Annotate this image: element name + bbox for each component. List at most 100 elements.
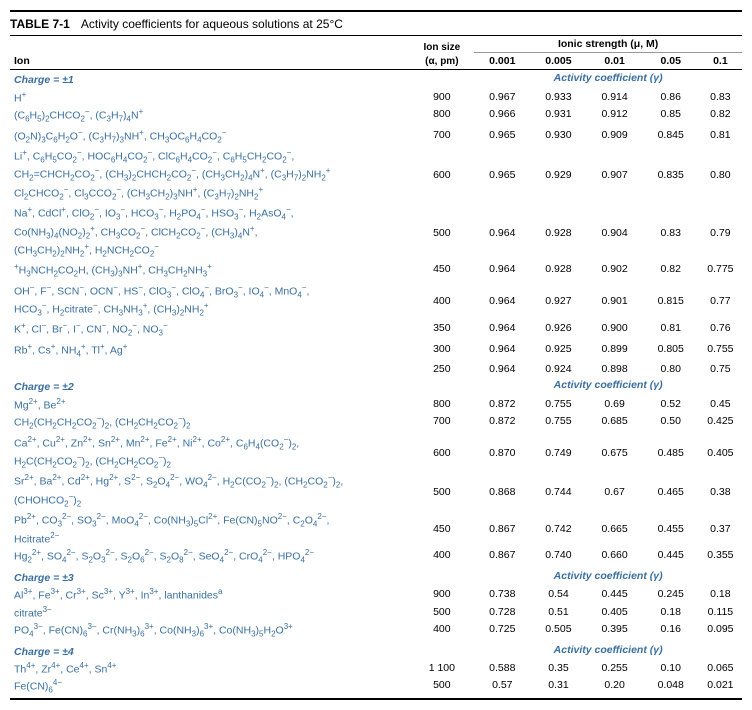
table-row: citrate3− 500 0.728 0.51 0.405 0.18 0.11… xyxy=(10,604,742,622)
table-title-block: TABLE 7-1 Activity coefficients for aque… xyxy=(10,10,742,31)
val-1: 0.872 xyxy=(474,413,530,433)
val-header-0005: 0.005 xyxy=(530,53,586,70)
val-2: 0.749 xyxy=(530,434,586,473)
table-row: Sr2+, Ba2+, Cd2+, Hg2+, S2−, S2O42−, WO4… xyxy=(10,472,742,511)
table-row: Ca2+, Cu2+, Zn2+, Sn2+, Mn2+, Fe2+, Ni2+… xyxy=(10,434,742,473)
ion-name: OH−, F−, SCN−, OCN−, HS−, ClO3−, ClO4−, … xyxy=(10,282,409,321)
val-4: 0.18 xyxy=(643,604,699,622)
val-header-0001: 0.001 xyxy=(474,53,530,70)
ion-size: 400 xyxy=(409,621,474,641)
table-subtitle: Activity coefficients for aqueous soluti… xyxy=(81,17,343,31)
charge-pm4-row: Charge = ±4 Activity coefficient (γ) xyxy=(10,642,742,660)
val-1: 0.867 xyxy=(474,547,530,567)
ion-name: K+, Cl−, Br−, I−, CN−, NO2−, NO3− xyxy=(10,320,409,340)
val-1: 0.964 xyxy=(474,282,530,321)
val-3: 0.20 xyxy=(587,677,643,698)
val-4: 0.16 xyxy=(643,621,699,641)
ion-name: Rb+, Cs+, NH4+, Tl+, Ag+ xyxy=(10,341,409,361)
ion-size: 500 xyxy=(409,677,474,698)
charge-pm2-label: Charge = ±2 xyxy=(10,377,474,395)
val-4: 0.82 xyxy=(643,261,699,281)
val-1: 0.967 xyxy=(474,89,530,107)
table-row: (C6H5)2CHCO2−, (C3H7)4N+ 800 0.966 0.931… xyxy=(10,106,742,126)
val-4: 0.485 xyxy=(643,434,699,473)
val-3: 0.900 xyxy=(587,320,643,340)
val-5: 0.79 xyxy=(699,204,742,261)
val-1: 0.966 xyxy=(474,106,530,126)
ion-name: (C6H5)2CHCO2−, (C3H7)4N+ xyxy=(10,106,409,126)
activity-coeff-label-3: Activity coefficient (γ) xyxy=(474,568,742,586)
val-2: 0.931 xyxy=(530,106,586,126)
val-1: 0.964 xyxy=(474,320,530,340)
val-5: 0.38 xyxy=(699,472,742,511)
val-3: 0.899 xyxy=(587,341,643,361)
val-2: 0.927 xyxy=(530,282,586,321)
val-3: 0.665 xyxy=(587,511,643,547)
ion-size: 900 xyxy=(409,89,474,107)
ion-size: 500 xyxy=(409,204,474,261)
val-1: 0.965 xyxy=(474,147,530,204)
val-5: 0.45 xyxy=(699,396,742,414)
ion-size: 250 xyxy=(409,361,474,377)
activity-coeff-label-4: Activity coefficient (γ) xyxy=(474,642,742,660)
val-3: 0.902 xyxy=(587,261,643,281)
ion-name: Ca2+, Cu2+, Zn2+, Sn2+, Mn2+, Fe2+, Ni2+… xyxy=(10,434,409,473)
val-2: 0.740 xyxy=(530,547,586,567)
table-row: Hg22+, SO42−, S2O32−, S2O62−, S2O82−, Se… xyxy=(10,547,742,567)
val-2: 0.742 xyxy=(530,511,586,547)
val-3: 0.901 xyxy=(587,282,643,321)
val-1: 0.964 xyxy=(474,261,530,281)
ion-name: (O2N)3C6H2O−, (C3H7)3NH+, CH3OC6H4CO2− xyxy=(10,127,409,147)
table-row: Al3+, Fe3+, Cr3+, Sc3+, Y3+, In3+, lanth… xyxy=(10,586,742,604)
val-2: 0.755 xyxy=(530,396,586,414)
main-table: Ion Ion size(α, pm) Ionic strength (μ, M… xyxy=(10,35,742,700)
ion-name: Li+, C6H5CO2−, HOC6H4CO2−, ClC6H4CO2−, C… xyxy=(10,147,409,204)
activity-coeff-label-2: Activity coefficient (γ) xyxy=(474,377,742,395)
val-5: 0.405 xyxy=(699,434,742,473)
val-2: 0.54 xyxy=(530,586,586,604)
val-2: 0.926 xyxy=(530,320,586,340)
charge-pm4-label: Charge = ±4 xyxy=(10,642,474,660)
val-header-01: 0.1 xyxy=(699,53,742,70)
ionic-strength-header: Ionic strength (μ, M) xyxy=(474,36,742,53)
table-row: Mg2+, Be2+ 800 0.872 0.755 0.69 0.52 0.4… xyxy=(10,396,742,414)
ion-header: Ion xyxy=(10,36,409,70)
val-header-005: 0.05 xyxy=(643,53,699,70)
val-4: 0.81 xyxy=(643,320,699,340)
val-5: 0.76 xyxy=(699,320,742,340)
table-row: Rb+, Cs+, NH4+, Tl+, Ag+ 300 0.964 0.925… xyxy=(10,341,742,361)
ion-size: 350 xyxy=(409,320,474,340)
ion-size: 400 xyxy=(409,282,474,321)
val-4: 0.245 xyxy=(643,586,699,604)
val-1: 0.728 xyxy=(474,604,530,622)
val-5: 0.115 xyxy=(699,604,742,622)
val-2: 0.51 xyxy=(530,604,586,622)
ion-name: Fe(CN)64− xyxy=(10,677,409,698)
table-row: OH−, F−, SCN−, OCN−, HS−, ClO3−, ClO4−, … xyxy=(10,282,742,321)
table-row: (O2N)3C6H2O−, (C3H7)3NH+, CH3OC6H4CO2− 7… xyxy=(10,127,742,147)
val-4: 0.455 xyxy=(643,511,699,547)
ion-size: 450 xyxy=(409,261,474,281)
ion-size: 700 xyxy=(409,413,474,433)
val-5: 0.75 xyxy=(699,361,742,377)
ion-name: Na+, CdCl+, ClO2−, IO3−, HCO3−, H2PO4−, … xyxy=(10,204,409,261)
ion-name: CH2(CH2CH2CO2−)2, (CH2CH2CO2−)2 xyxy=(10,413,409,433)
val-3: 0.909 xyxy=(587,127,643,147)
val-5: 0.80 xyxy=(699,147,742,204)
ion-name: Pb2+, CO32−, SO32−, MoO42−, Co(NH3)5Cl2+… xyxy=(10,511,409,547)
val-1: 0.965 xyxy=(474,127,530,147)
val-5: 0.18 xyxy=(699,586,742,604)
val-3: 0.914 xyxy=(587,89,643,107)
table-row: K+, Cl−, Br−, I−, CN−, NO2−, NO3− 350 0.… xyxy=(10,320,742,340)
val-5: 0.81 xyxy=(699,127,742,147)
val-4: 0.86 xyxy=(643,89,699,107)
val-4: 0.845 xyxy=(643,127,699,147)
charge-pm3-row: Charge = ±3 Activity coefficient (γ) xyxy=(10,568,742,586)
val-2: 0.924 xyxy=(530,361,586,377)
val-4: 0.465 xyxy=(643,472,699,511)
val-4: 0.80 xyxy=(643,361,699,377)
val-2: 0.744 xyxy=(530,472,586,511)
val-4: 0.52 xyxy=(643,396,699,414)
val-1: 0.872 xyxy=(474,396,530,414)
val-1: 0.964 xyxy=(474,361,530,377)
